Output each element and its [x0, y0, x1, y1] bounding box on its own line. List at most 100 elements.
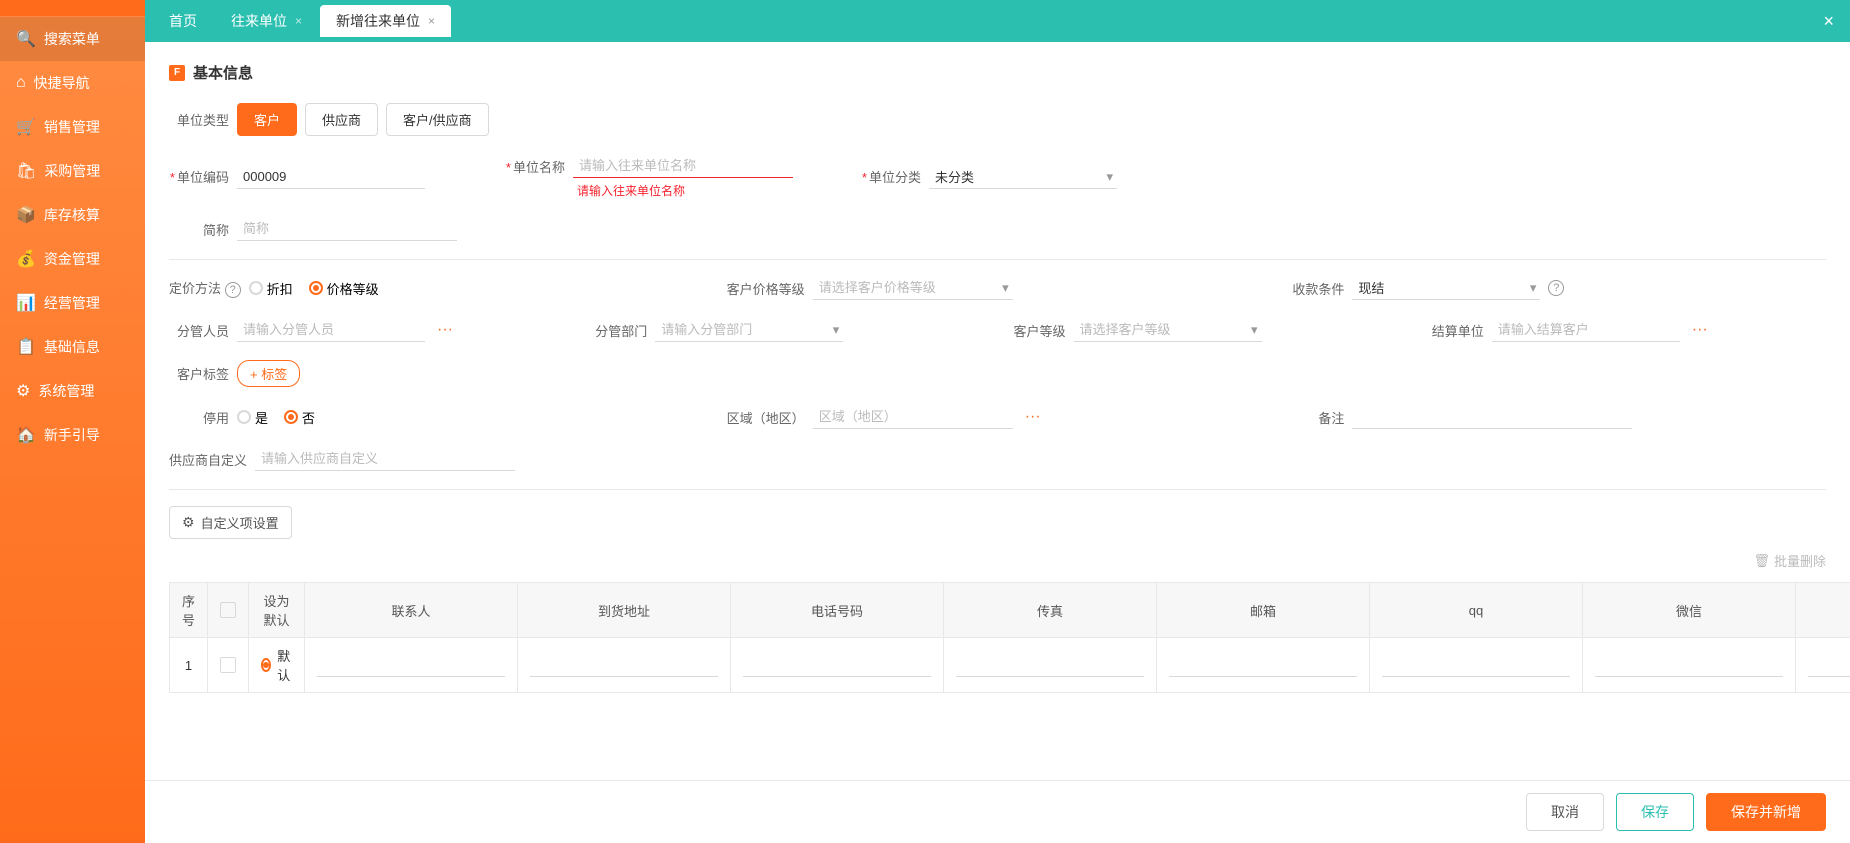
disabled-yes-radio[interactable]: 是	[237, 408, 268, 427]
section-title: 基本信息	[193, 62, 253, 83]
sidebar-item-guide[interactable]: 🏠 新手引导	[0, 413, 145, 457]
box-icon: 📦	[16, 205, 36, 225]
settlement-unit-input[interactable]	[1492, 318, 1680, 342]
content-area: F 基本信息 单位类型 客户 供应商 客户/供应商 *单位编码	[145, 42, 1850, 780]
sidebar-item-finance[interactable]: 💰 资金管理	[0, 237, 145, 281]
settlement-unit-group: 结算单位 ···	[1424, 318, 1826, 342]
row-checkbox[interactable]	[220, 657, 236, 673]
type-btn-customer[interactable]: 客户	[237, 103, 297, 136]
tabbar-close-button[interactable]: ×	[1815, 7, 1842, 36]
cell-region[interactable]	[1796, 638, 1850, 693]
no-radio-circle	[284, 410, 298, 424]
pricing-discount-radio[interactable]: 折扣	[249, 279, 293, 298]
payment-terms-input[interactable]	[1352, 276, 1540, 300]
settlement-dots-btn[interactable]: ···	[1688, 319, 1712, 341]
supplier-custom-input[interactable]	[255, 447, 515, 471]
sidebar-item-search[interactable]: 🔍 搜索菜单	[0, 17, 145, 61]
payment-help-icon[interactable]: ?	[1548, 280, 1564, 296]
sidebar-label-sales: 销售管理	[44, 117, 100, 137]
manager-input[interactable]	[237, 318, 425, 342]
tab-new-partner[interactable]: 新增往来单位 ×	[320, 5, 451, 37]
sidebar-item-system[interactable]: ⚙ 系统管理	[0, 369, 145, 413]
col-email: 邮箱	[1157, 583, 1370, 638]
cell-contact[interactable]	[305, 638, 518, 693]
fax-input[interactable]	[956, 653, 1144, 677]
bag-icon: 🛍	[16, 161, 36, 181]
customer-level-input[interactable]	[1074, 318, 1262, 342]
code-name-category-row: *单位编码 *单位名称 请输入往来单位名称 *单位分类	[169, 154, 1826, 199]
sidebar-label-finance: 资金管理	[44, 249, 100, 269]
tabbar: 首页 往来单位 × 新增往来单位 × ×	[145, 0, 1850, 42]
sidebar-item-purchase[interactable]: 🛍 采购管理	[0, 149, 145, 193]
yes-radio-circle	[237, 410, 251, 424]
department-input[interactable]	[655, 318, 843, 342]
contact-input[interactable]	[317, 653, 505, 677]
short-name-input[interactable]	[237, 217, 457, 241]
tab-partner[interactable]: 往来单位 ×	[215, 5, 318, 37]
cell-qq[interactable]	[1370, 638, 1583, 693]
region-input[interactable]	[813, 405, 1013, 429]
footer: 取消 保存 保存并新增	[145, 780, 1850, 843]
email-input[interactable]	[1169, 653, 1357, 677]
home-icon: ⌂	[16, 74, 26, 92]
tab-partner-close[interactable]: ×	[295, 14, 302, 28]
tab-new-partner-label: 新增往来单位	[336, 11, 420, 31]
unit-name-error: 请输入往来单位名称	[577, 182, 685, 199]
unit-type-buttons: 客户 供应商 客户/供应商	[237, 103, 489, 136]
default-radio-circle	[261, 658, 271, 672]
unit-category-label: *单位分类	[861, 167, 921, 186]
cancel-button[interactable]: 取消	[1526, 793, 1604, 831]
unit-type-label: 单位类型	[169, 110, 229, 129]
custom-settings-button[interactable]: ⚙ 自定义项设置	[169, 506, 292, 539]
unit-category-select[interactable]	[929, 165, 1117, 189]
unit-code-input[interactable]	[237, 165, 425, 189]
contacts-table: 序号 设为默认 联系人 到货地址 电话号码 传真 邮箱 qq 微信 所在地区 操…	[169, 582, 1850, 693]
payment-terms-label: 收款条件	[1284, 279, 1344, 298]
cell-wechat[interactable]	[1583, 638, 1796, 693]
customer-price-level-input[interactable]	[813, 276, 1013, 300]
save-button[interactable]: 保存	[1616, 793, 1694, 831]
phone-input[interactable]	[743, 653, 931, 677]
col-address: 到货地址	[518, 583, 731, 638]
region-dots-btn[interactable]: ···	[1021, 406, 1045, 428]
cart-icon: 🛒	[16, 117, 36, 137]
pricing-help-icon[interactable]: ?	[225, 282, 241, 298]
manager-dots-btn[interactable]: ···	[433, 319, 457, 341]
cell-phone[interactable]	[731, 638, 944, 693]
cell-email[interactable]	[1157, 638, 1370, 693]
disabled-no-radio[interactable]: 否	[284, 408, 315, 427]
col-seq: 序号	[170, 583, 208, 638]
cell-address[interactable]	[518, 638, 731, 693]
sidebar-item-basic[interactable]: 📋 基础信息	[0, 325, 145, 369]
add-tag-button[interactable]: + 标签	[237, 360, 300, 387]
unit-name-input[interactable]	[573, 154, 793, 178]
section-icon: F	[169, 65, 185, 81]
table-header-row: 序号 设为默认 联系人 到货地址 电话号码 传真 邮箱 qq 微信 所在地区 操…	[170, 583, 1850, 638]
select-all-checkbox[interactable]	[220, 602, 236, 618]
wechat-input[interactable]	[1595, 653, 1783, 677]
region-group: 区域（地区） ···	[727, 405, 1269, 429]
table-row: 1 默认	[170, 638, 1850, 693]
address-input[interactable]	[530, 653, 718, 677]
sidebar-item-quick-nav[interactable]: ⌂ 快捷导航	[0, 61, 145, 105]
sidebar-item-operation[interactable]: 📊 经营管理	[0, 281, 145, 325]
disabled-group: 停用 是 否	[169, 408, 711, 427]
pricing-level-radio[interactable]: 价格等级	[309, 279, 379, 298]
col-phone: 电话号码	[731, 583, 944, 638]
cell-fax[interactable]	[944, 638, 1157, 693]
qq-input[interactable]	[1382, 653, 1570, 677]
type-btn-supplier[interactable]: 供应商	[305, 103, 378, 136]
remark-input[interactable]	[1352, 405, 1632, 429]
unit-name-label: *单位名称	[505, 157, 565, 176]
payment-terms-wrap	[1352, 276, 1540, 300]
default-radio-label[interactable]: 默认	[261, 646, 292, 684]
region-label: 区域（地区）	[727, 408, 805, 427]
sidebar-item-inventory[interactable]: 📦 库存核算	[0, 193, 145, 237]
type-btn-both[interactable]: 客户/供应商	[386, 103, 489, 136]
save-and-new-button[interactable]: 保存并新增	[1706, 793, 1826, 831]
tab-home[interactable]: 首页	[153, 5, 213, 37]
sidebar-item-sales[interactable]: 🛒 销售管理	[0, 105, 145, 149]
tab-new-partner-close[interactable]: ×	[428, 14, 435, 28]
table-region-input[interactable]	[1808, 653, 1850, 677]
unit-name-group: *单位名称 请输入往来单位名称	[505, 154, 845, 199]
